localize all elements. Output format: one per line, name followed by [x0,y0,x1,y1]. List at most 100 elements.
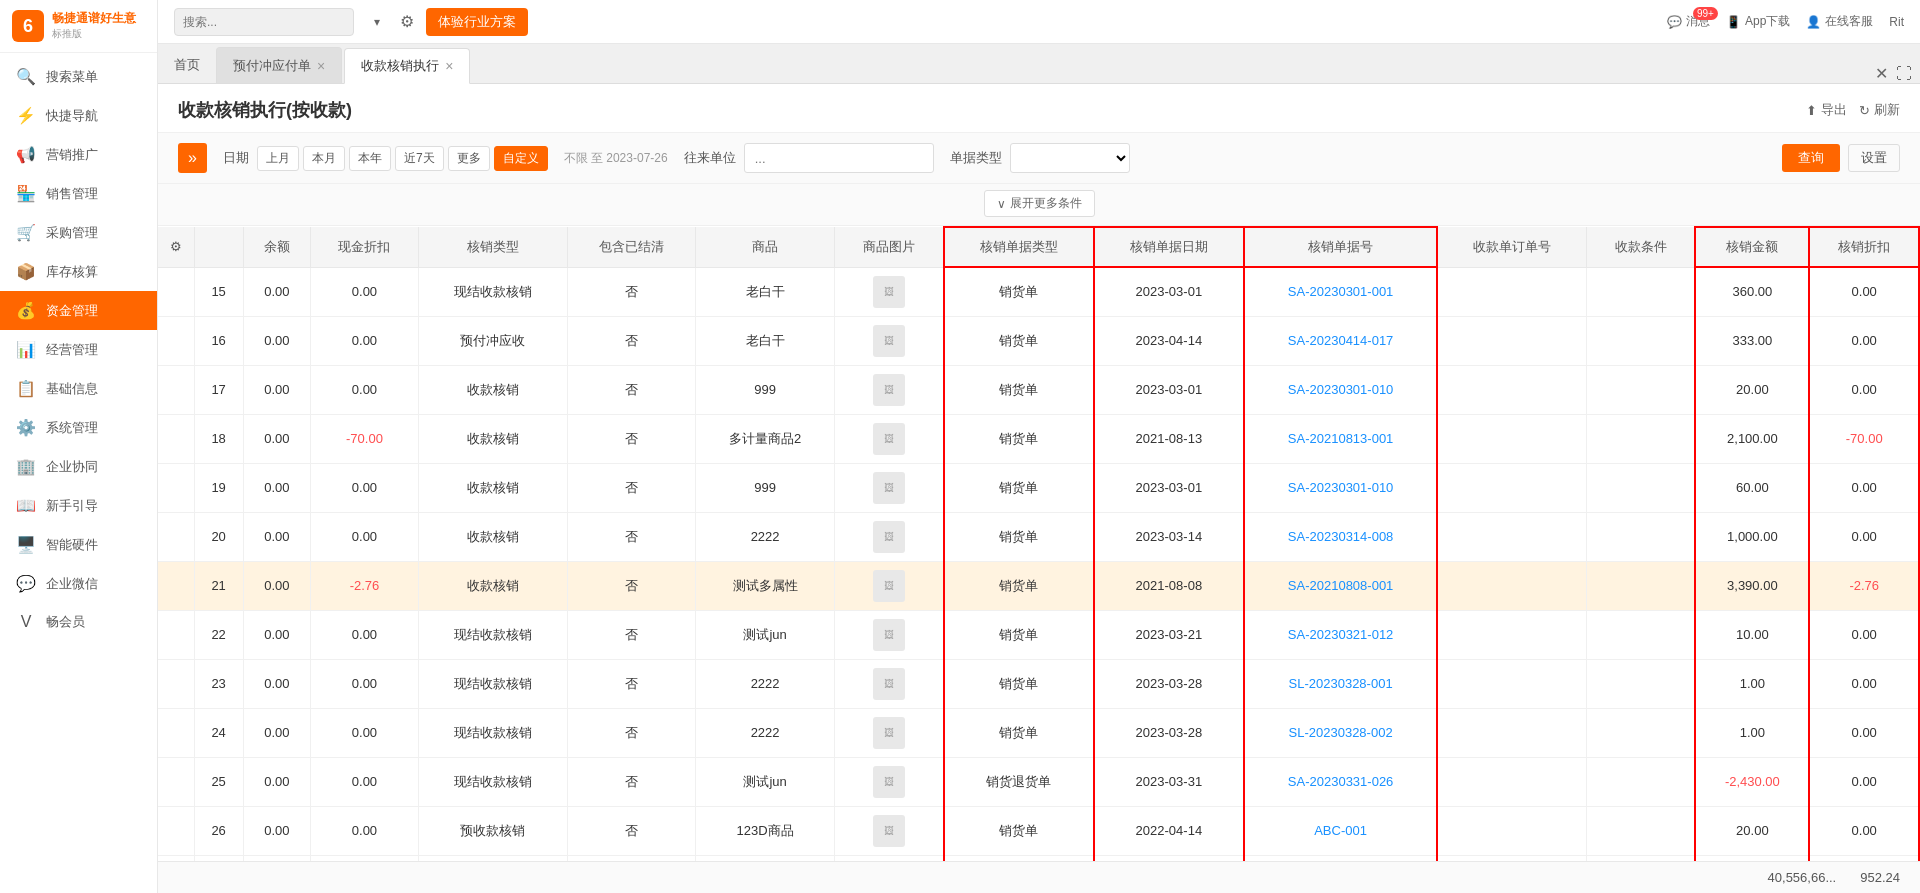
th-goods-img: 商品图片 [835,227,944,267]
app-download[interactable]: 📱 App下载 [1726,13,1790,30]
cancel-doc-link[interactable]: SA-20230414-017 [1288,333,1394,348]
date-btn-this-year[interactable]: 本年 [349,146,391,171]
td-include-settled: 否 [567,365,695,414]
td-seq: 24 [194,708,243,757]
sidebar-item-purchase[interactable]: 🛒采购管理 [0,213,157,252]
td-settings [158,610,194,659]
td-collection-cond [1587,855,1696,861]
topbar-search-input[interactable] [174,8,354,36]
cancel-doc-link[interactable]: SA-20230301-010 [1288,382,1394,397]
wecom-icon: 💬 [16,574,36,593]
tab-prepay[interactable]: 预付冲应付单 × [216,47,342,83]
th-cash-discount: 现金折扣 [310,227,418,267]
sidebar-item-operations[interactable]: 📊经营管理 [0,330,157,369]
cancel-doc-link[interactable]: SA-20210808-001 [1288,578,1394,593]
filter-expand-toggle[interactable]: » [178,143,207,173]
th-seq [194,227,243,267]
td-balance: 0.00 [243,610,310,659]
td-settings [158,414,194,463]
td-seq: 22 [194,610,243,659]
cancel-doc-link[interactable]: SL-20230328-001 [1289,676,1393,691]
filter-settings-btn[interactable]: 设置 [1848,144,1900,172]
industry-btn[interactable]: 体验行业方案 [426,8,528,36]
cancel-doc-link[interactable]: SA-20230301-010 [1288,480,1394,495]
online-service[interactable]: 👤 在线客服 [1806,13,1873,30]
td-goods: 2222 [695,512,835,561]
expand-window-btn[interactable]: ⛶ [1896,65,1912,83]
td-collection-order [1437,463,1586,512]
date-btn-custom[interactable]: 自定义 [494,146,548,171]
cancel-doc-link[interactable]: SA-20230314-008 [1288,529,1394,544]
refresh-btn[interactable]: ↻ 刷新 [1859,101,1900,119]
cancel-doc-link[interactable]: SA-20230331-026 [1288,774,1394,789]
date-btn-7days[interactable]: 近7天 [395,146,444,171]
td-cancel-doc-no: SL-20230328-001 [1244,659,1437,708]
sidebar-item-system[interactable]: ⚙️系统管理 [0,408,157,447]
td-cancel-date: 2021-08-13 [1094,414,1244,463]
partner-input[interactable] [744,143,934,173]
date-btn-last-month[interactable]: 上月 [257,146,299,171]
cancel-doc-link[interactable]: SL-20230328-002 [1289,725,1393,740]
close-window-btn[interactable]: ✕ [1875,64,1888,83]
td-collection-order [1437,512,1586,561]
sidebar-item-hardware[interactable]: 🖥️智能硬件 [0,525,157,564]
th-settings[interactable]: ⚙ [158,227,194,267]
settings-icon[interactable]: ⚙ [400,12,414,31]
query-btn[interactable]: 查询 [1782,144,1840,172]
inventory-icon: 📦 [16,262,36,281]
cancel-doc-link[interactable]: ABC-001 [1314,823,1367,838]
sidebar-item-vip[interactable]: V畅会员 [0,603,157,641]
sidebar-item-wecom[interactable]: 💬企业微信 [0,564,157,603]
td-goods: 衣服00001 [695,855,835,861]
td-goods: 测试jun [695,610,835,659]
td-collection-cond [1587,659,1696,708]
refresh-label: 刷新 [1874,101,1900,119]
th-cancel-type: 核销类型 [418,227,567,267]
td-collection-cond [1587,463,1696,512]
table-row: 26 0.00 0.00 预收款核销 否 123D商品 🖼 销货单 2022-0… [158,806,1919,855]
td-cancel-amount: 60.00 [1695,463,1809,512]
tab-prepay-close[interactable]: × [317,59,325,73]
td-cancel-doc-type: 销货单 [944,855,1094,861]
td-include-settled: 否 [567,757,695,806]
sidebar-item-guide[interactable]: 📖新手引导 [0,486,157,525]
topbar-dropdown-btn[interactable]: ▾ [366,11,388,33]
td-goods: 2222 [695,659,835,708]
goods-image: 🖼 [873,472,905,504]
td-goods: 多计量商品2 [695,414,835,463]
td-collection-order [1437,267,1586,316]
sidebar-item-basic[interactable]: 📋基础信息 [0,369,157,408]
tab-collection[interactable]: 收款核销执行 × [344,48,470,84]
tab-home[interactable]: 首页 [158,47,216,83]
cancel-doc-link[interactable]: SA-20230301-001 [1288,284,1394,299]
filter-date-section: 日期 上月 本月 本年 近7天 更多 自定义 不限 至 2023-07-26 [223,146,668,171]
sidebar-item-corp[interactable]: 🏢企业协同 [0,447,157,486]
doctype-select[interactable] [1010,143,1130,173]
expand-more-btn[interactable]: ∨ 展开更多条件 [984,190,1095,217]
sidebar-item-marketing[interactable]: 📢营销推广 [0,135,157,174]
total-amount-value: 40,556,66... [1768,870,1837,885]
td-cancel-doc-no: SA-20230301-010 [1244,463,1437,512]
sidebar-item-finance[interactable]: 💰资金管理 [0,291,157,330]
cancel-doc-link[interactable]: SA-20210813-001 [1288,431,1394,446]
td-seq: 21 [194,561,243,610]
date-btn-more[interactable]: 更多 [448,146,490,171]
sidebar-item-sales[interactable]: 🏪销售管理 [0,174,157,213]
td-cancel-discount: 0.00 [1809,365,1919,414]
export-btn[interactable]: ⬆ 导出 [1806,101,1847,119]
td-collection-order [1437,365,1586,414]
date-btn-this-month[interactable]: 本月 [303,146,345,171]
table-header-row: ⚙ 余额 现金折扣 核销类型 包含已结清 商品 商品图片 核销单据类型 核销单据… [158,227,1919,267]
sidebar-item-search[interactable]: 🔍搜索菜单 [0,57,157,96]
sidebar-item-quick[interactable]: ⚡快捷导航 [0,96,157,135]
tab-collection-close[interactable]: × [445,59,453,73]
cancel-doc-link[interactable]: SA-20230321-012 [1288,627,1394,642]
td-collection-cond [1587,512,1696,561]
td-include-settled: 否 [567,855,695,861]
messages-badge[interactable]: 💬 消息 99+ [1667,13,1710,30]
td-cash-discount: 0.00 [310,610,418,659]
sidebar-item-inventory[interactable]: 📦库存核算 [0,252,157,291]
td-seq: 16 [194,316,243,365]
total-discount-value: 952.24 [1860,870,1900,885]
filter-bar: » 日期 上月 本月 本年 近7天 更多 自定义 不限 至 2023-07-26 [158,133,1920,184]
